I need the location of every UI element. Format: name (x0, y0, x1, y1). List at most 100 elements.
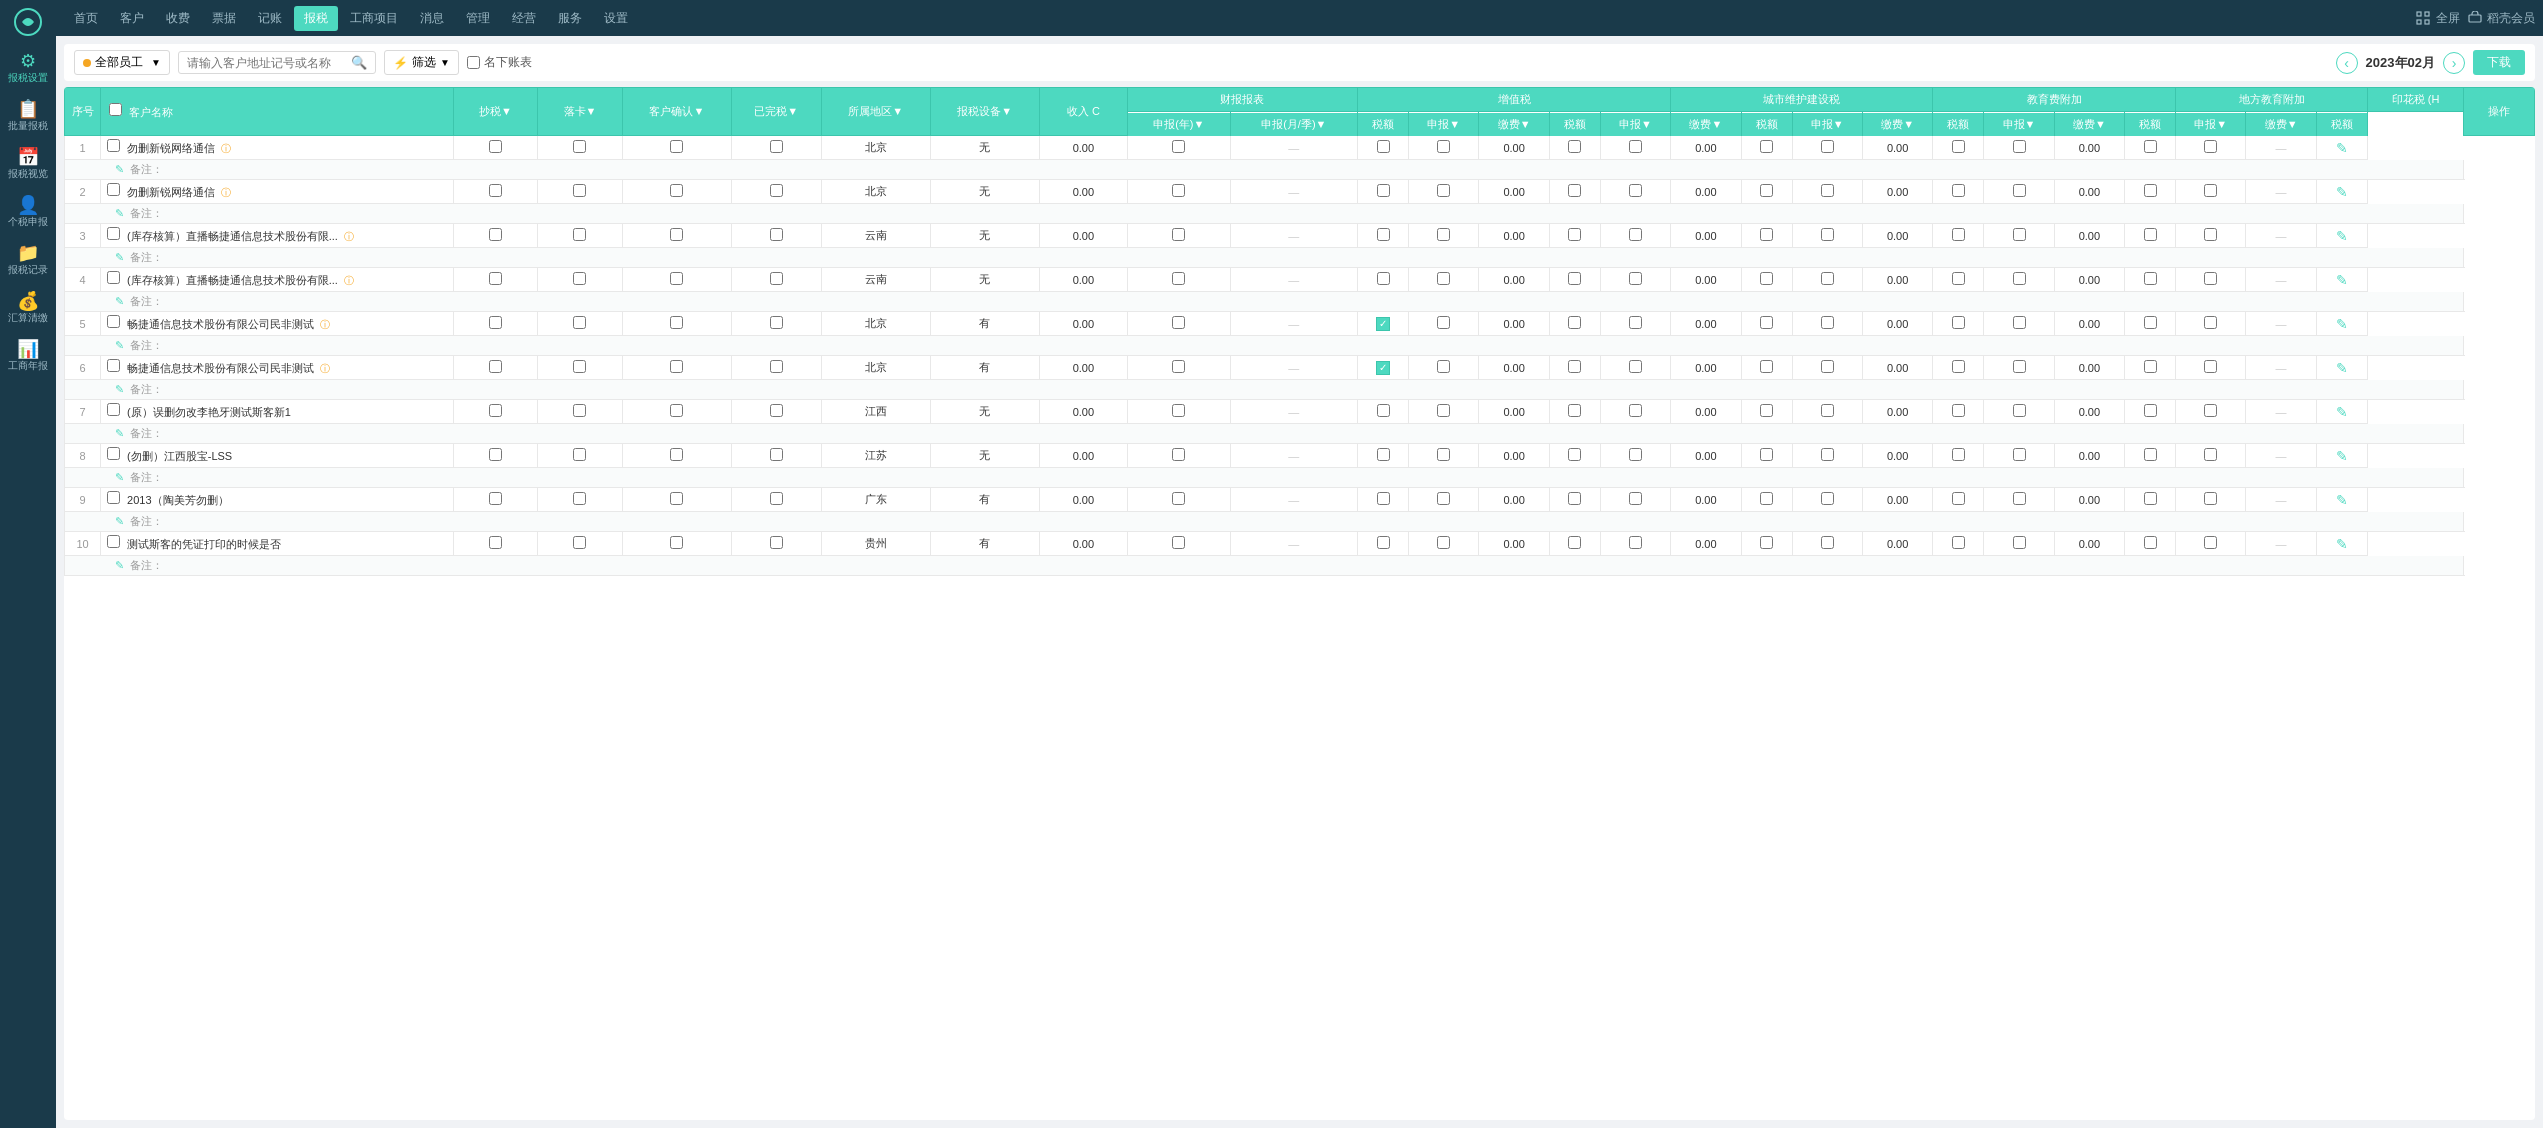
zengjia_jiaofei-checkbox[interactable] (1437, 272, 1450, 285)
row-caibao-nian[interactable] (1127, 400, 1230, 424)
yi_baoshe-checkbox[interactable] (770, 492, 783, 505)
yi_baoshe-checkbox[interactable] (770, 536, 783, 549)
row-select-checkbox[interactable] (107, 359, 120, 372)
row-kehu-queren[interactable] (622, 136, 731, 160)
caibao_nian-checkbox[interactable] (1172, 404, 1185, 417)
luoka-checkbox[interactable] (573, 536, 586, 549)
caibao_nian-checkbox[interactable] (1172, 360, 1185, 373)
zengjia_shenbao-checkbox[interactable] (1377, 272, 1390, 285)
difang_jiaofei-checkbox[interactable] (2013, 272, 2026, 285)
row-edit[interactable]: ✎ (2316, 532, 2367, 556)
luoka-checkbox[interactable] (573, 228, 586, 241)
row-jiaoyu-shenbao[interactable] (1741, 312, 1792, 336)
zengjia_jiaofei-checkbox[interactable] (1437, 140, 1450, 153)
row-difang-jiaofei[interactable] (1984, 488, 2054, 512)
row-luoka[interactable] (538, 356, 623, 380)
next-month-button[interactable]: › (2443, 52, 2465, 74)
row-difang-jiaofei[interactable] (1984, 356, 2054, 380)
chengshi_shenbao-checkbox[interactable] (1568, 536, 1581, 549)
chengshi_shenbao-checkbox[interactable] (1568, 140, 1581, 153)
kehu_queren-checkbox[interactable] (670, 404, 683, 417)
th-yinhua-jiaofei[interactable]: 缴费▼ (2246, 112, 2316, 136)
th-baoshe-shebei[interactable]: 报税设备▼ (930, 88, 1039, 136)
luoka-checkbox[interactable] (573, 448, 586, 461)
yinhua_jiaofei-checkbox[interactable] (2204, 448, 2217, 461)
kehu_queren-checkbox[interactable] (670, 140, 683, 153)
row-yinhua-shenbao[interactable] (2125, 444, 2176, 468)
row-difang-shenbao[interactable] (1933, 356, 1984, 380)
row-yi-baoshe[interactable] (731, 532, 821, 556)
zengjia_jiaofei-checkbox[interactable] (1437, 316, 1450, 329)
row-yinhua-jiaofei[interactable] (2176, 356, 2246, 380)
jiaoyu_shenbao-checkbox[interactable] (1760, 492, 1773, 505)
saoshe-checkbox[interactable] (489, 492, 502, 505)
row-yinhua-jiaofei[interactable] (2176, 136, 2246, 160)
row-luoka[interactable] (538, 136, 623, 160)
row-difang-jiaofei[interactable] (1984, 268, 2054, 292)
difang_jiaofei-checkbox[interactable] (2013, 228, 2026, 241)
row-chengshi-shenbao[interactable] (1549, 488, 1600, 512)
th-kehu-queren[interactable]: 客户确认▼ (622, 88, 731, 136)
th-chengshi-shenbao[interactable]: 申报▼ (1600, 112, 1670, 136)
difang_jiaofei-checkbox[interactable] (2013, 492, 2026, 505)
row-yinhua-shenbao[interactable] (2125, 180, 2176, 204)
row-zengjia-jiaofei[interactable] (1409, 268, 1479, 292)
row-jiaoyu-shenbao[interactable] (1741, 488, 1792, 512)
row-chengshi-shenbao[interactable] (1549, 356, 1600, 380)
row-yi-baoshe[interactable] (731, 180, 821, 204)
saoshe-checkbox[interactable] (489, 404, 502, 417)
row-yinhua-jiaofei[interactable] (2176, 268, 2246, 292)
row-yinhua-jiaofei[interactable] (2176, 224, 2246, 248)
row-chengshi-shenbao[interactable] (1549, 312, 1600, 336)
jiaoyu_jiaofei-checkbox[interactable] (1821, 404, 1834, 417)
zengjia_shenbao-checkbox[interactable] (1377, 140, 1390, 153)
row-difang-shenbao[interactable] (1933, 532, 1984, 556)
jiaoyu_jiaofei-checkbox[interactable] (1821, 492, 1834, 505)
row-luoka[interactable] (538, 488, 623, 512)
row-difang-jiaofei[interactable] (1984, 444, 2054, 468)
zengjia_jiaofei-checkbox[interactable] (1437, 492, 1450, 505)
yinhua_shenbao-checkbox[interactable] (2144, 316, 2157, 329)
caibao_nian-checkbox[interactable] (1172, 228, 1185, 241)
th-yinhua-shenbao[interactable]: 申报▼ (2176, 112, 2246, 136)
row-yinhua-jiaofei[interactable] (2176, 444, 2246, 468)
row-jiaoyu-shenbao[interactable] (1741, 180, 1792, 204)
saoshe-checkbox[interactable] (489, 360, 502, 373)
row-select-checkbox[interactable] (107, 447, 120, 460)
row-kehu-queren[interactable] (622, 444, 731, 468)
chengshi_shenbao-checkbox[interactable] (1568, 360, 1581, 373)
download-button[interactable]: 下载 (2473, 50, 2525, 75)
row-luoka[interactable] (538, 312, 623, 336)
chengshi_jiaofei-checkbox[interactable] (1629, 360, 1642, 373)
yinhua_jiaofei-checkbox[interactable] (2204, 360, 2217, 373)
yinhua_jiaofei-checkbox[interactable] (2204, 404, 2217, 417)
row-difang-shenbao[interactable] (1933, 180, 1984, 204)
kehu_queren-checkbox[interactable] (670, 448, 683, 461)
row-chengshi-jiaofei[interactable] (1600, 532, 1670, 556)
yinhua_jiaofei-checkbox[interactable] (2204, 184, 2217, 197)
row-chengshi-jiaofei[interactable] (1600, 136, 1670, 160)
jiaoyu_shenbao-checkbox[interactable] (1760, 448, 1773, 461)
row-jiaoyu-jiaofei[interactable] (1792, 356, 1862, 380)
row-zengjia-shenbao[interactable] (1358, 180, 1409, 204)
vip-button[interactable]: 稻壳会员 (2468, 10, 2535, 27)
row-luoka[interactable] (538, 400, 623, 424)
row-jiaoyu-jiaofei[interactable] (1792, 136, 1862, 160)
difang_shenbao-checkbox[interactable] (1952, 316, 1965, 329)
row-saoshe[interactable] (453, 136, 538, 160)
yinhua_shenbao-checkbox[interactable] (2144, 404, 2157, 417)
kehu_queren-checkbox[interactable] (670, 228, 683, 241)
row-yi-baoshe[interactable] (731, 224, 821, 248)
saoshe-checkbox[interactable] (489, 184, 502, 197)
kehu_queren-checkbox[interactable] (670, 272, 683, 285)
row-chengshi-jiaofei[interactable] (1600, 180, 1670, 204)
row-yi-baoshe[interactable] (731, 356, 821, 380)
row-select-checkbox[interactable] (107, 535, 120, 548)
row-kehu-queren[interactable] (622, 356, 731, 380)
row-edit[interactable]: ✎ (2316, 400, 2367, 424)
row-zengjia-shenbao[interactable] (1358, 400, 1409, 424)
search-input[interactable] (187, 56, 347, 70)
row-edit[interactable]: ✎ (2316, 136, 2367, 160)
th-chengshi-jiaofei[interactable]: 缴费▼ (1671, 112, 1741, 136)
nav-baoshe[interactable]: 报税 (294, 6, 338, 31)
